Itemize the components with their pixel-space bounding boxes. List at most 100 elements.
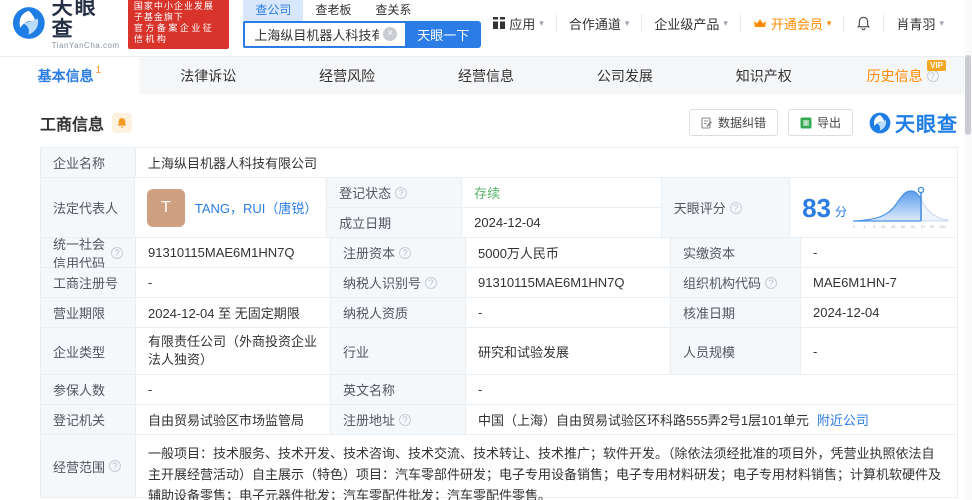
help-icon[interactable]: ?	[399, 414, 411, 426]
tianyancha-swirl-icon	[12, 6, 46, 40]
help-icon[interactable]: ?	[395, 187, 407, 199]
username: 肖青羽	[896, 14, 935, 33]
monitor-bell-button[interactable]	[112, 113, 132, 133]
reg-address-cell: 中国（上海）自由贸易试验区环科路555弄2号1层101单元 附近公司	[466, 405, 958, 435]
company-name-label: 企业名称	[41, 148, 136, 178]
reg-number-label: 工商注册号	[41, 268, 136, 298]
credit-code-value: 91310115MAE6M1HN7Q	[136, 238, 331, 268]
legal-rep-avatar[interactable]: T	[147, 189, 185, 227]
chevron-down-icon: ▾	[539, 18, 544, 29]
tianyancha-logo[interactable]: 天眼查 TianYanCha.com	[12, 0, 120, 50]
scrollbar-track[interactable]	[964, 0, 972, 500]
staff-size-label: 人员规模	[671, 328, 801, 375]
reg-number-value: -	[136, 268, 331, 298]
tab-business-risk[interactable]: 经营风险	[278, 57, 417, 94]
registry-authority-label: 登记机关	[41, 405, 136, 435]
search-tabs: 查公司 查老板 查关系	[243, 0, 481, 21]
reg-address-value: 中国（上海）自由贸易试验区环科路555弄2号1层101单元	[478, 410, 809, 429]
help-icon[interactable]: ?	[927, 70, 939, 82]
business-term-label: 营业期限	[41, 298, 136, 328]
scrollbar-thumb[interactable]	[965, 55, 971, 135]
insured-count-label: 参保人数	[41, 375, 136, 405]
legal-rep-link[interactable]: TANG，RUI（唐锐）	[195, 198, 314, 217]
menu-cooperation[interactable]: 合作通道 ▾	[556, 14, 642, 33]
chevron-down-icon: ▾	[723, 18, 728, 29]
export-button[interactable]: 导出	[788, 109, 853, 136]
logo-subtitle: TianYanCha.com	[52, 41, 120, 50]
help-icon[interactable]: ?	[765, 277, 777, 289]
data-correction-button[interactable]: 数据纠错	[689, 109, 778, 136]
section-header: 工商信息 数据纠错 导出	[40, 108, 958, 137]
top-menu: 应用 ▾ 合作通道 ▾ 企业级产品 ▾ 开通会员 ▾	[481, 14, 972, 33]
bell-icon	[856, 16, 871, 31]
chevron-down-icon: ▾	[625, 18, 630, 29]
score-cell[interactable]: 83 分 015 153060	[790, 178, 958, 238]
tab-legal-litigation[interactable]: 法律诉讼	[139, 57, 278, 94]
taxpayer-id-value: 91310115MAE6M1HN7Q	[466, 268, 671, 298]
tab-company-development[interactable]: 公司发展	[555, 57, 694, 94]
taxpayer-quality-label: 纳税人资质	[331, 298, 466, 328]
search-input[interactable]	[243, 21, 405, 48]
tianyancha-company-page: 天眼查 TianYanCha.com 国家中小企业发展子基金旗下 官方备案企业征…	[0, 0, 972, 500]
search-tab-company[interactable]: 查公司	[243, 0, 303, 21]
chevron-down-icon: ▾	[939, 18, 944, 29]
grid-icon	[493, 17, 505, 29]
industry-value: 研究和试验发展	[466, 328, 671, 375]
table-row: 工商注册号 - 纳税人识别号 ? 91310115MAE6M1HN7Q 组织机构…	[41, 268, 958, 298]
svg-text:81: 81	[911, 224, 916, 229]
reg-status-label: 登记状态 ?	[327, 178, 462, 208]
tab-history-info[interactable]: 历史信息 ? VIP	[833, 57, 972, 94]
user-menu[interactable]: 肖青羽 ▾	[883, 14, 956, 33]
reg-address-label: 注册地址 ?	[331, 405, 466, 435]
company-section-tabs: 基本信息 1 法律诉讼 经营风险 经营信息 公司发展 知识产权 历史信息 ? V…	[0, 56, 972, 94]
svg-text:99: 99	[930, 224, 935, 229]
reg-capital-label: 注册资本 ?	[331, 238, 466, 268]
tab-intellectual-property[interactable]: 知识产权	[694, 57, 833, 94]
credit-code-label: 统一社会信用代码 ?	[41, 238, 136, 268]
table-row: 经营范围 ? 一般项目：技术服务、技术开发、技术咨询、技术交流、技术转让、技术推…	[41, 435, 958, 498]
established-date-label: 成立日期	[327, 208, 462, 238]
svg-text:0: 0	[853, 224, 856, 229]
paid-capital-label: 实缴资本	[671, 238, 801, 268]
search-button[interactable]: 天眼一下	[405, 21, 481, 48]
reg-capital-value: 5000万人民币	[466, 238, 671, 268]
company-type-value: 有限责任公司（外商投资企业法人独资）	[136, 328, 331, 375]
chevron-down-icon: ▾	[827, 18, 832, 29]
menu-vip-upgrade[interactable]: 开通会员 ▾	[740, 14, 844, 33]
english-name-label: 英文名称	[331, 375, 466, 405]
table-row: 统一社会信用代码 ? 91310115MAE6M1HN7Q 注册资本 ? 500…	[41, 238, 958, 268]
help-icon[interactable]: ?	[425, 277, 437, 289]
established-date-value: 2024-12-04	[462, 208, 662, 238]
tab-business-info[interactable]: 经营信息	[417, 57, 556, 94]
help-icon[interactable]: ?	[399, 247, 411, 259]
business-term-value: 2024-12-04 至 无固定期限	[136, 298, 331, 328]
notifications-button[interactable]	[843, 16, 883, 31]
business-scope-value: 一般项目：技术服务、技术开发、技术咨询、技术交流、技术转让、技术推广；软件开发。…	[136, 435, 958, 498]
edit-document-icon	[701, 117, 713, 129]
svg-text:60: 60	[901, 224, 906, 229]
svg-text:15: 15	[881, 224, 886, 229]
logo-title: 天眼查	[52, 0, 120, 41]
org-code-label: 组织机构代码 ?	[671, 268, 801, 298]
menu-apps[interactable]: 应用 ▾	[481, 14, 556, 33]
taxpayer-id-label: 纳税人识别号 ?	[331, 268, 466, 298]
taxpayer-quality-value: -	[466, 298, 671, 328]
industry-label: 行业	[331, 328, 466, 375]
help-icon[interactable]: ?	[111, 247, 123, 259]
svg-text:97: 97	[921, 224, 926, 229]
help-icon[interactable]: ?	[730, 202, 742, 214]
excel-export-icon	[800, 117, 812, 129]
vip-badge: VIP	[927, 60, 946, 71]
search-tab-boss[interactable]: 查老板	[303, 0, 363, 21]
help-icon[interactable]: ?	[109, 460, 121, 472]
registry-authority-value: 自由贸易试验区市场监管局	[136, 405, 331, 435]
nearby-companies-link[interactable]: 附近公司	[817, 410, 869, 429]
search-tab-relation[interactable]: 查关系	[363, 0, 423, 21]
score-label: 天眼评分 ?	[662, 178, 790, 238]
menu-enterprise-products[interactable]: 企业级产品 ▾	[641, 14, 740, 33]
watermark-logo: 天眼查	[869, 108, 958, 137]
tab-basic-info[interactable]: 基本信息 1	[0, 57, 139, 94]
business-scope-label: 经营范围 ?	[41, 435, 136, 498]
approval-date-label: 核准日期	[671, 298, 801, 328]
company-type-label: 企业类型	[41, 328, 136, 375]
